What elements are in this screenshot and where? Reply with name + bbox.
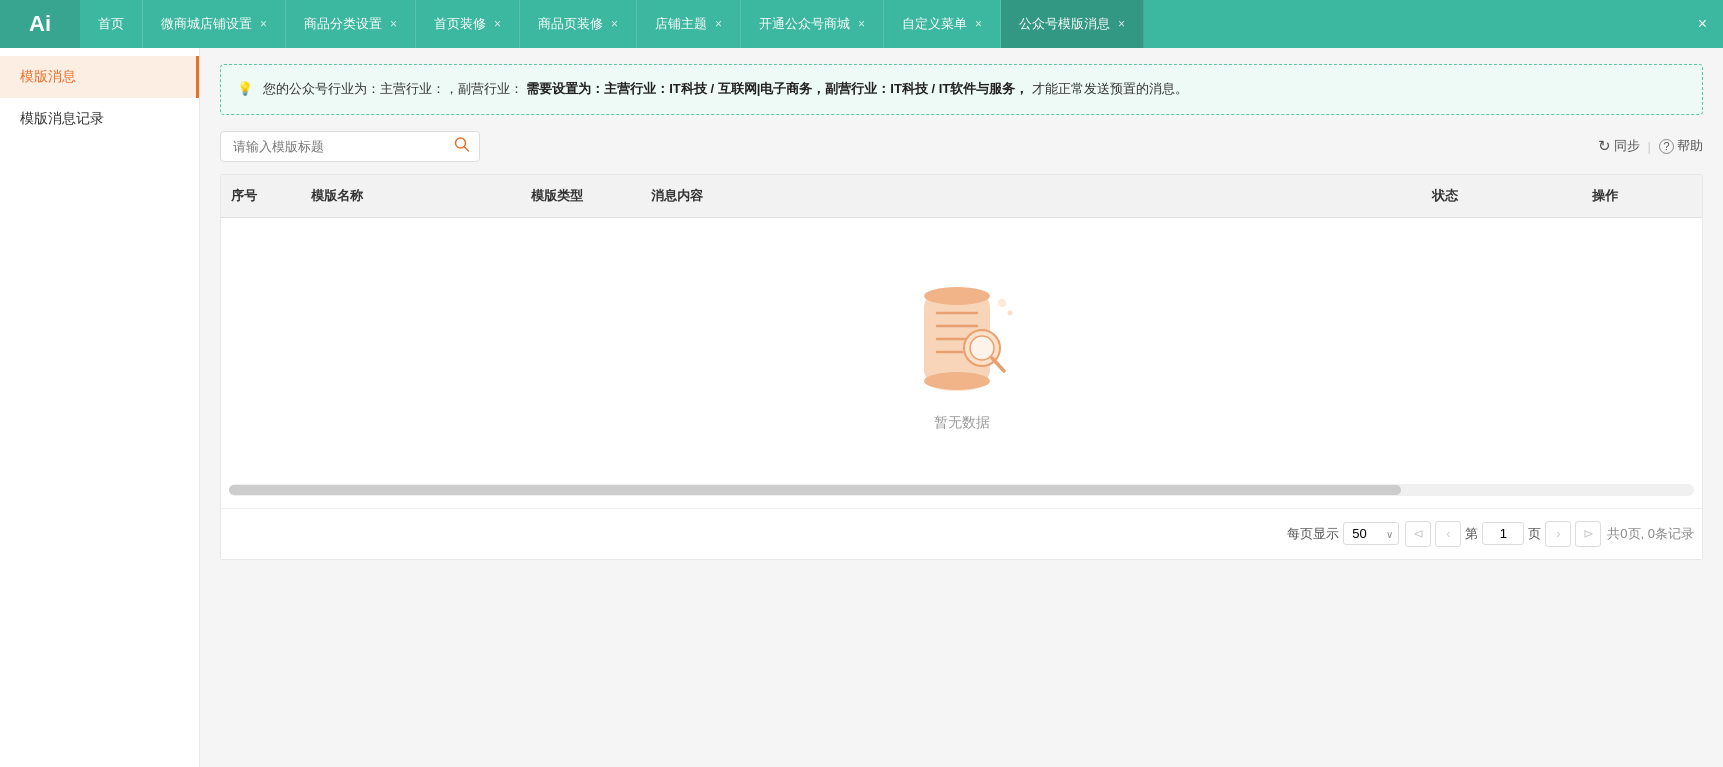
- data-table: 序号 模版名称 模版类型 消息内容 状态 操作: [220, 174, 1703, 560]
- empty-state: 暂无数据: [221, 218, 1702, 472]
- col-content-header: 消息内容: [641, 175, 1422, 217]
- search-actions: ↻ 同步 | ? 帮助: [1598, 137, 1703, 155]
- nav-close-3[interactable]: ×: [494, 17, 501, 31]
- divider: |: [1648, 139, 1651, 154]
- nav-item-5[interactable]: 店铺主题×: [637, 0, 741, 48]
- nav-item-0[interactable]: 首页: [80, 0, 143, 48]
- nav-item-2[interactable]: 商品分类设置×: [286, 0, 416, 48]
- col-status-header: 状态: [1422, 175, 1582, 217]
- last-page-button[interactable]: ⊳: [1575, 521, 1601, 547]
- notice-highlight: 需要设置为：主营行业：IT科技 / 互联网|电子商务，副营行业：IT科技 / I…: [526, 81, 1028, 96]
- sync-label: 同步: [1614, 137, 1640, 155]
- svg-point-13: [998, 299, 1006, 307]
- page-nav: ⊲ ‹ 第 页 › ⊳: [1405, 521, 1601, 547]
- page-unit-label: 页: [1528, 525, 1541, 543]
- nav-item-1[interactable]: 微商城店铺设置×: [143, 0, 286, 48]
- nav-close-5[interactable]: ×: [715, 17, 722, 31]
- sync-icon: ↻: [1598, 137, 1611, 155]
- nav-close-4[interactable]: ×: [611, 17, 618, 31]
- logo: Ai: [0, 0, 80, 48]
- notice-box: 💡 您的公众号行业为：主营行业：，副营行业： 需要设置为：主营行业：IT科技 /…: [220, 64, 1703, 115]
- svg-line-1: [465, 147, 469, 151]
- total-info: 共0页, 0条记录: [1607, 525, 1694, 543]
- page-size-select-wrap[interactable]: 50 10 20 100: [1343, 522, 1399, 545]
- page-prefix-label: 第: [1465, 525, 1478, 543]
- table-header: 序号 模版名称 模版类型 消息内容 状态 操作: [221, 175, 1702, 218]
- nav-close-7[interactable]: ×: [975, 17, 982, 31]
- page-size-label: 每页显示: [1287, 525, 1339, 543]
- bulb-icon: 💡: [237, 81, 253, 96]
- col-type-header: 模版类型: [521, 175, 641, 217]
- notice-prefix: 您的公众号行业为：主营行业：，副营行业：: [263, 81, 523, 96]
- search-input-wrap: [220, 131, 480, 162]
- empty-text: 暂无数据: [934, 414, 990, 432]
- nav-item-7[interactable]: 自定义菜单×: [884, 0, 1001, 48]
- next-page-button[interactable]: ›: [1545, 521, 1571, 547]
- sidebar-item-0[interactable]: 模版消息: [0, 56, 199, 98]
- empty-illustration: [902, 278, 1022, 398]
- search-bar: ↻ 同步 | ? 帮助: [220, 131, 1703, 162]
- page-input[interactable]: [1482, 522, 1524, 545]
- search-button[interactable]: [454, 137, 470, 156]
- nav-close-2[interactable]: ×: [390, 17, 397, 31]
- pagination: 每页显示 50 10 20 100 ⊲ ‹ 第 页: [221, 508, 1702, 559]
- search-input[interactable]: [220, 131, 480, 162]
- svg-line-12: [992, 358, 1004, 371]
- notice-suffix: 才能正常发送预置的消息。: [1032, 81, 1188, 96]
- nav-close-1[interactable]: ×: [260, 17, 267, 31]
- sync-button[interactable]: ↻ 同步: [1598, 137, 1640, 155]
- nav-item-8[interactable]: 公众号模版消息×: [1001, 0, 1144, 48]
- first-page-button[interactable]: ⊲: [1405, 521, 1431, 547]
- nav-close-6[interactable]: ×: [858, 17, 865, 31]
- nav-close-8[interactable]: ×: [1118, 17, 1125, 31]
- col-index-header: 序号: [221, 175, 301, 217]
- help-button[interactable]: ? 帮助: [1659, 137, 1703, 155]
- help-icon: ?: [1659, 139, 1674, 154]
- page-size-select[interactable]: 50 10 20 100: [1343, 522, 1399, 545]
- sidebar: 模版消息模版消息记录: [0, 48, 200, 767]
- col-name-header: 模版名称: [301, 175, 521, 217]
- svg-point-11: [970, 336, 994, 360]
- close-all-button[interactable]: ×: [1682, 0, 1723, 48]
- svg-point-5: [924, 372, 990, 390]
- sidebar-item-1[interactable]: 模版消息记录: [0, 98, 199, 140]
- main-layout: 模版消息模版消息记录 💡 您的公众号行业为：主营行业：，副营行业： 需要设置为：…: [0, 48, 1723, 767]
- content-area: 💡 您的公众号行业为：主营行业：，副营行业： 需要设置为：主营行业：IT科技 /…: [200, 48, 1723, 767]
- page-size-section: 每页显示 50 10 20 100: [1287, 522, 1399, 545]
- nav-item-3[interactable]: 首页装修×: [416, 0, 520, 48]
- svg-point-4: [924, 287, 990, 305]
- prev-page-button[interactable]: ‹: [1435, 521, 1461, 547]
- nav-item-6[interactable]: 开通公众号商城×: [741, 0, 884, 48]
- help-label: 帮助: [1677, 137, 1703, 155]
- top-nav: Ai 首页微商城店铺设置×商品分类设置×首页装修×商品页装修×店铺主题×开通公众…: [0, 0, 1723, 48]
- nav-item-4[interactable]: 商品页装修×: [520, 0, 637, 48]
- scrollbar-area[interactable]: [221, 472, 1702, 508]
- col-action-header: 操作: [1582, 175, 1702, 217]
- svg-point-14: [1007, 310, 1012, 315]
